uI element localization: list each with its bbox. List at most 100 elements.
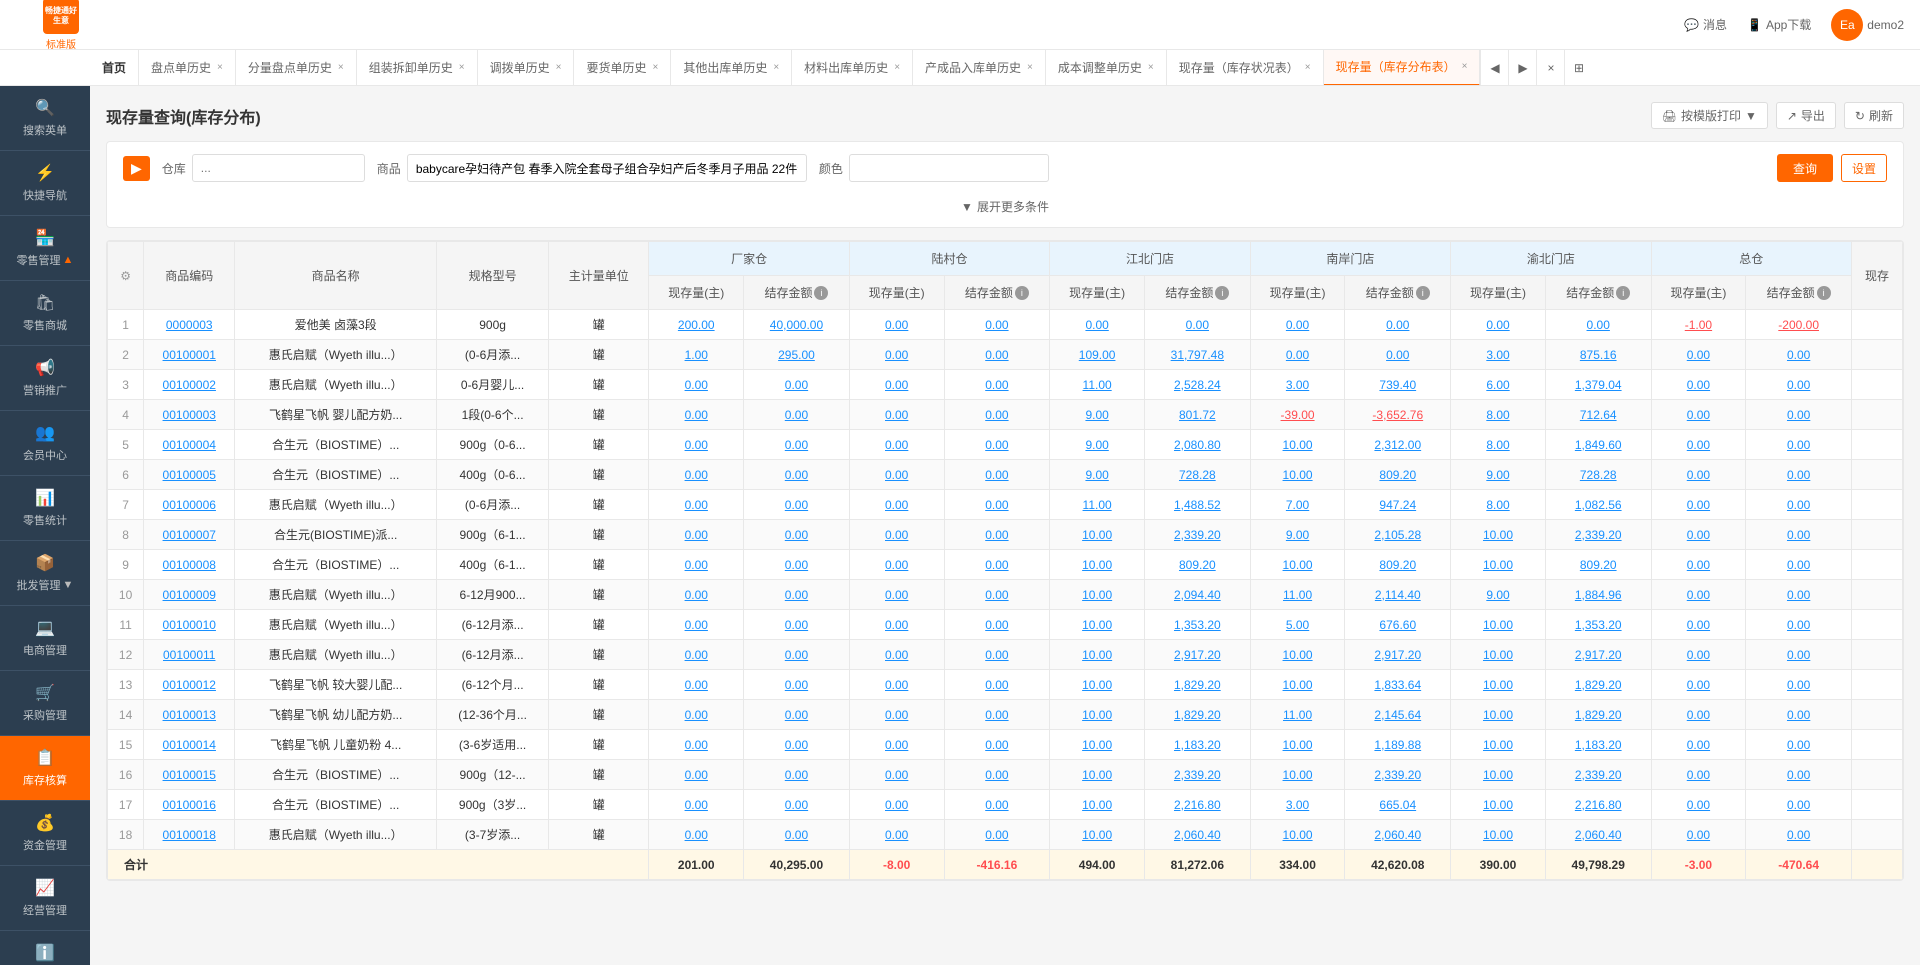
row-l1[interactable]: 0.00 — [849, 760, 944, 790]
row-y2[interactable]: 1,183.20 — [1545, 730, 1651, 760]
tab-close-fenpandian[interactable]: × — [338, 62, 344, 73]
row-l2[interactable]: 0.00 — [944, 550, 1050, 580]
row-j1[interactable]: 10.00 — [1050, 790, 1145, 820]
row-l1[interactable]: 0.00 — [849, 580, 944, 610]
row-n2[interactable]: 2,312.00 — [1345, 430, 1451, 460]
row-y2[interactable]: 875.16 — [1545, 340, 1651, 370]
row-code[interactable]: 00100014 — [144, 730, 235, 760]
row-t2[interactable]: 0.00 — [1746, 430, 1852, 460]
row-n1[interactable]: 0.00 — [1250, 340, 1345, 370]
row-l2[interactable]: 0.00 — [944, 580, 1050, 610]
row-n1[interactable]: 3.00 — [1250, 370, 1345, 400]
row-f1[interactable]: 0.00 — [649, 760, 744, 790]
row-n2[interactable]: 809.20 — [1345, 460, 1451, 490]
row-l2[interactable]: 0.00 — [944, 430, 1050, 460]
row-y1[interactable]: 10.00 — [1451, 670, 1546, 700]
info-icon-y[interactable]: i — [1616, 286, 1630, 300]
tab-cailiao[interactable]: 材料出库单历史 × — [792, 50, 913, 86]
row-t2[interactable]: 0.00 — [1746, 370, 1852, 400]
row-l1[interactable]: 0.00 — [849, 670, 944, 700]
row-j2[interactable]: 2,917.20 — [1144, 640, 1250, 670]
row-n2[interactable]: 2,339.20 — [1345, 760, 1451, 790]
row-t2[interactable]: 0.00 — [1746, 730, 1852, 760]
row-n1[interactable]: 10.00 — [1250, 670, 1345, 700]
row-y1[interactable]: 10.00 — [1451, 790, 1546, 820]
row-y1[interactable]: 10.00 — [1451, 820, 1546, 850]
row-t1[interactable]: 0.00 — [1651, 370, 1746, 400]
row-f2[interactable]: 0.00 — [744, 370, 850, 400]
row-y1[interactable]: 10.00 — [1451, 640, 1546, 670]
row-l2[interactable]: 0.00 — [944, 730, 1050, 760]
tab-diaob[interactable]: 调拨单历史 × — [478, 50, 575, 86]
row-y2[interactable]: 2,339.20 — [1545, 520, 1651, 550]
row-f2[interactable]: 0.00 — [744, 580, 850, 610]
tab-chanpin[interactable]: 产成品入库单历史 × — [913, 50, 1046, 86]
row-f2[interactable]: 0.00 — [744, 460, 850, 490]
row-y2[interactable]: 712.64 — [1545, 400, 1651, 430]
row-t1[interactable]: 0.00 — [1651, 520, 1746, 550]
row-y1[interactable]: 10.00 — [1451, 520, 1546, 550]
row-n1[interactable]: 10.00 — [1250, 820, 1345, 850]
row-t2[interactable]: 0.00 — [1746, 670, 1852, 700]
app-download-btn[interactable]: 📱 App下载 — [1747, 16, 1811, 33]
row-f1[interactable]: 0.00 — [649, 610, 744, 640]
row-y1[interactable]: 10.00 — [1451, 700, 1546, 730]
row-l1[interactable]: 0.00 — [849, 520, 944, 550]
row-f2[interactable]: 0.00 — [744, 520, 850, 550]
row-t2[interactable]: 0.00 — [1746, 640, 1852, 670]
row-code[interactable]: 00100016 — [144, 790, 235, 820]
row-l1[interactable]: 0.00 — [849, 400, 944, 430]
row-j2[interactable]: 2,094.40 — [1144, 580, 1250, 610]
row-j2[interactable]: 1,829.20 — [1144, 670, 1250, 700]
info-icon-j[interactable]: i — [1215, 286, 1229, 300]
row-t1[interactable]: 0.00 — [1651, 700, 1746, 730]
row-y2[interactable]: 2,339.20 — [1545, 760, 1651, 790]
row-y2[interactable]: 1,353.20 — [1545, 610, 1651, 640]
row-n2[interactable]: 809.20 — [1345, 550, 1451, 580]
row-j1[interactable]: 10.00 — [1050, 820, 1145, 850]
row-code[interactable]: 00100005 — [144, 460, 235, 490]
row-code[interactable]: 00100012 — [144, 670, 235, 700]
row-t2[interactable]: 0.00 — [1746, 580, 1852, 610]
sidebar-item-mall[interactable]: 🛍 零售商城 — [0, 281, 90, 346]
row-t2[interactable]: -200.00 — [1746, 310, 1852, 340]
th-settings[interactable]: ⚙ — [108, 242, 144, 310]
tab-close-yaohuo[interactable]: × — [652, 62, 658, 73]
tab-yaohuo[interactable]: 要货单历史 × — [574, 50, 671, 86]
row-l1[interactable]: 0.00 — [849, 430, 944, 460]
row-j2[interactable]: 1,353.20 — [1144, 610, 1250, 640]
row-f1[interactable]: 0.00 — [649, 550, 744, 580]
row-f1[interactable]: 0.00 — [649, 730, 744, 760]
row-l2[interactable]: 0.00 — [944, 610, 1050, 640]
row-j2[interactable]: 2,339.20 — [1144, 520, 1250, 550]
row-code[interactable]: 00100015 — [144, 760, 235, 790]
row-j1[interactable]: 9.00 — [1050, 430, 1145, 460]
tab-close-diaob[interactable]: × — [556, 62, 562, 73]
row-f2[interactable]: 0.00 — [744, 670, 850, 700]
tab-close-xiancun1[interactable]: × — [1305, 62, 1311, 73]
row-t2[interactable]: 0.00 — [1746, 760, 1852, 790]
row-code[interactable]: 00100008 — [144, 550, 235, 580]
row-y2[interactable]: 1,379.04 — [1545, 370, 1651, 400]
row-code[interactable]: 0000003 — [144, 310, 235, 340]
row-l2[interactable]: 0.00 — [944, 820, 1050, 850]
row-t1[interactable]: 0.00 — [1651, 460, 1746, 490]
row-y2[interactable]: 1,829.20 — [1545, 670, 1651, 700]
row-l1[interactable]: 0.00 — [849, 790, 944, 820]
row-j1[interactable]: 10.00 — [1050, 520, 1145, 550]
row-n2[interactable]: 2,145.64 — [1345, 700, 1451, 730]
row-y1[interactable]: 9.00 — [1451, 460, 1546, 490]
info-icon-f[interactable]: i — [814, 286, 828, 300]
row-n1[interactable]: 10.00 — [1250, 460, 1345, 490]
refresh-btn[interactable]: ↻ 刷新 — [1844, 102, 1904, 129]
row-t1[interactable]: 0.00 — [1651, 790, 1746, 820]
row-j1[interactable]: 10.00 — [1050, 640, 1145, 670]
row-t2[interactable]: 0.00 — [1746, 490, 1852, 520]
row-t2[interactable]: 0.00 — [1746, 820, 1852, 850]
row-y1[interactable]: 9.00 — [1451, 580, 1546, 610]
sidebar-item-ecom[interactable]: 💻 电商管理 — [0, 606, 90, 671]
row-f2[interactable]: 0.00 — [744, 730, 850, 760]
tab-close-cailiao[interactable]: × — [894, 62, 900, 73]
row-t1[interactable]: 0.00 — [1651, 640, 1746, 670]
row-t1[interactable]: 0.00 — [1651, 490, 1746, 520]
